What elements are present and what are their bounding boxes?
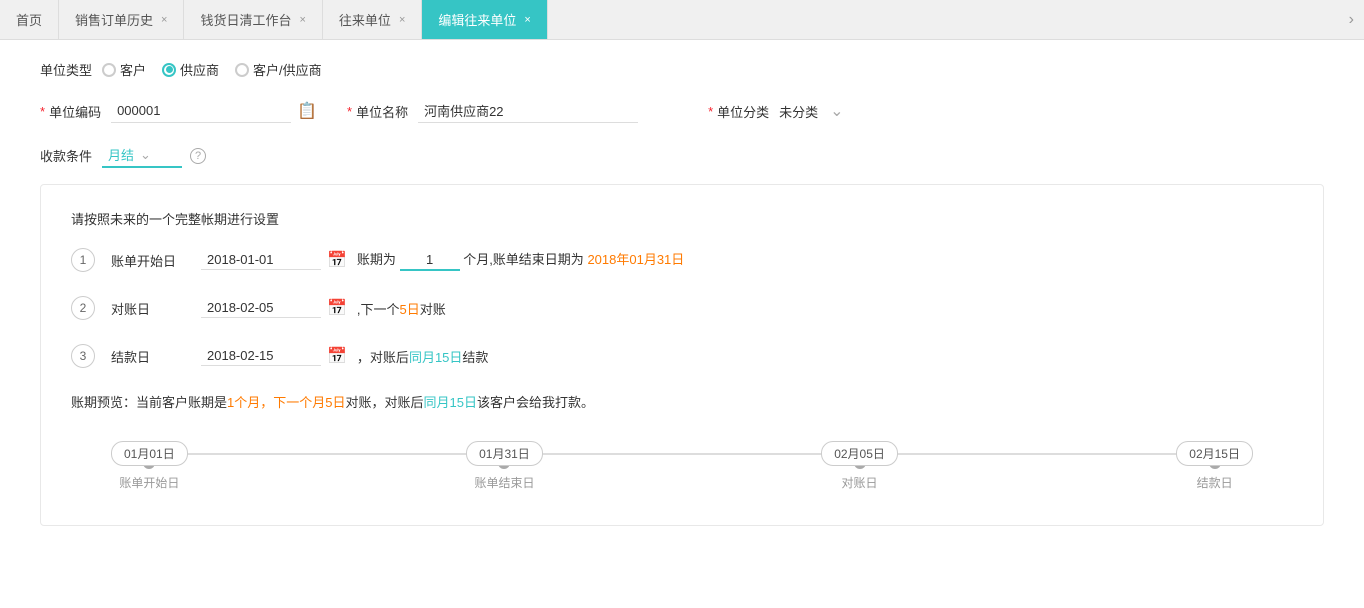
tab-edit-partner-close[interactable]: × xyxy=(524,14,530,26)
tab-partner-close[interactable]: × xyxy=(399,14,405,26)
main-content: 单位类型 客户 供应商 客户/供应商 * 单位编码 📋 * 单位名称 xyxy=(0,40,1364,608)
timeline-badge-2: 02月05日 xyxy=(821,441,898,466)
preview-period: 1个月， xyxy=(227,395,273,410)
step-date-input-2[interactable] xyxy=(201,298,321,318)
preview-label: 账期预览：当前客户账期是 xyxy=(71,395,227,410)
tab-sales-history-label: 销售订单历史 xyxy=(75,10,153,29)
tab-partner-label: 往来单位 xyxy=(339,10,391,29)
unit-class-field: * 单位分类 未分类 ⌄ xyxy=(708,101,844,121)
unit-name-label: 单位名称 xyxy=(356,102,408,121)
radio-customer[interactable]: 客户 xyxy=(102,60,146,79)
step-label-2: 对账日 xyxy=(111,299,181,318)
step-date-input-1[interactable] xyxy=(201,250,321,270)
timeline-badge-0: 01月01日 xyxy=(111,441,188,466)
card-box: 请按照未来的一个完整帐期进行设置 1 账单开始日 📅 账期为 个月,账单结束日期… xyxy=(40,184,1324,526)
step-desc-1: 账期为 个月,账单结束日期为 2018年01月31日 xyxy=(357,249,684,271)
timeline: 01月01日 账单开始日 01月31日 账单结束日 02月05日 对账日 02月… xyxy=(71,431,1293,501)
unit-type-radio-group: 客户 供应商 客户/供应商 xyxy=(102,60,322,79)
unit-code-input[interactable] xyxy=(111,99,291,123)
step-calendar-icon-2[interactable]: 📅 xyxy=(327,298,347,318)
payment-label: 收款条件 xyxy=(40,146,92,165)
payment-select-value: 月结 xyxy=(108,145,134,164)
timeline-label-2: 对账日 xyxy=(842,474,878,491)
timeline-label-1: 账单结束日 xyxy=(474,474,534,491)
step-desc-3-pre: ，对账后 xyxy=(357,350,409,365)
timeline-badge-1: 01月31日 xyxy=(466,441,543,466)
radio-both[interactable]: 客户/供应商 xyxy=(235,60,322,79)
preview-highlight2: 同月15日 xyxy=(424,395,477,410)
payment-select[interactable]: 月结 ⌄ xyxy=(102,143,182,168)
preview-middle: 对账，对账后 xyxy=(345,395,423,410)
step-desc-3-highlight: 同月15日 xyxy=(409,350,462,365)
step-desc-3: ，对账后同月15日结款 xyxy=(357,347,489,366)
payment-row: 收款条件 月结 ⌄ ? xyxy=(40,143,1324,168)
tab-sales-history-close[interactable]: × xyxy=(161,14,167,26)
unit-type-label: 单位类型 xyxy=(40,60,92,79)
radio-customer-label: 客户 xyxy=(120,60,146,79)
end-date-highlight-1: 2018年01月31日 xyxy=(587,252,684,267)
timeline-label-0: 账单开始日 xyxy=(119,474,179,491)
tab-bar: 首页 销售订单历史 × 钱货日清工作台 × 往来单位 × 编辑往来单位 × › xyxy=(0,0,1364,40)
timeline-point-3: 02月15日 结款日 xyxy=(1176,441,1253,491)
step-desc-3-post: 结款 xyxy=(462,350,488,365)
help-icon[interactable]: ? xyxy=(190,148,206,164)
step-row-1: 1 账单开始日 📅 账期为 个月,账单结束日期为 2018年01月31日 xyxy=(71,248,1293,272)
payment-dropdown-icon[interactable]: ⌄ xyxy=(140,147,151,163)
unit-class-label: 单位分类 xyxy=(717,102,769,121)
unit-code-field: * 单位编码 📋 xyxy=(40,99,317,123)
radio-supplier-label: 供应商 xyxy=(180,60,219,79)
tab-home[interactable]: 首页 xyxy=(0,0,59,39)
unit-name-required: * xyxy=(347,104,352,119)
preview-text: 账期预览：当前客户账期是1个月，下一个月5日对账，对账后同月15日该客户会给我打… xyxy=(71,392,1293,411)
tab-cash-work[interactable]: 钱货日清工作台 × xyxy=(184,0,322,39)
step-desc-2-pre: ,下一个 xyxy=(357,302,400,317)
step-row-2: 2 对账日 📅 ,下一个5日对账 xyxy=(71,296,1293,320)
step-row-3: 3 结款日 📅 ，对账后同月15日结款 xyxy=(71,344,1293,368)
unit-code-required: * xyxy=(40,104,45,119)
step-calendar-icon-1[interactable]: 📅 xyxy=(327,250,347,270)
unit-code-label: 单位编码 xyxy=(49,102,101,121)
step-calendar-icon-3[interactable]: 📅 xyxy=(327,346,347,366)
timeline-point-0: 01月01日 账单开始日 xyxy=(111,441,188,491)
step-desc-2-post: 对账 xyxy=(420,302,446,317)
step-num-2: 2 xyxy=(71,296,95,320)
unit-name-input[interactable] xyxy=(418,99,638,123)
step-num-3: 3 xyxy=(71,344,95,368)
tab-partner[interactable]: 往来单位 × xyxy=(323,0,422,39)
preview-period2: 下一个月5日 xyxy=(273,395,345,410)
tab-expand-icon[interactable]: › xyxy=(1339,11,1364,29)
step-desc-2-highlight: 5日 xyxy=(400,302,420,317)
unit-class-dropdown-icon[interactable]: ⌄ xyxy=(830,101,843,121)
tab-home-label: 首页 xyxy=(16,10,42,29)
step-num-1: 1 xyxy=(71,248,95,272)
tab-edit-partner-label: 编辑往来单位 xyxy=(438,10,516,29)
radio-supplier[interactable]: 供应商 xyxy=(162,60,219,79)
step-label-1: 账单开始日 xyxy=(111,251,181,270)
step-desc-2: ,下一个5日对账 xyxy=(357,299,446,318)
unit-type-row: 单位类型 客户 供应商 客户/供应商 xyxy=(40,60,1324,79)
tab-sales-history[interactable]: 销售订单历史 × xyxy=(59,0,184,39)
tab-cash-work-close[interactable]: × xyxy=(299,14,305,26)
step-label-3: 结款日 xyxy=(111,347,181,366)
unit-class-value: 未分类 xyxy=(779,102,818,121)
unit-code-copy-icon[interactable]: 📋 xyxy=(297,101,317,121)
timeline-point-1: 01月31日 账单结束日 xyxy=(466,441,543,491)
radio-customer-circle xyxy=(102,63,116,77)
tab-cash-work-label: 钱货日清工作台 xyxy=(200,10,291,29)
timeline-label-3: 结款日 xyxy=(1197,474,1233,491)
preview-end: 该客户会给我打款。 xyxy=(477,395,594,410)
card-title: 请按照未来的一个完整帐期进行设置 xyxy=(71,209,1293,228)
tab-edit-partner[interactable]: 编辑往来单位 × xyxy=(422,0,547,39)
step-date-input-3[interactable] xyxy=(201,346,321,366)
timeline-point-2: 02月05日 对账日 xyxy=(821,441,898,491)
unit-name-field: * 单位名称 xyxy=(347,99,638,123)
radio-both-circle xyxy=(235,63,249,77)
radio-supplier-circle xyxy=(162,63,176,77)
unit-info-row: * 单位编码 📋 * 单位名称 * 单位分类 未分类 ⌄ xyxy=(40,99,1324,123)
unit-class-required: * xyxy=(708,104,713,119)
radio-both-label: 客户/供应商 xyxy=(253,60,322,79)
timeline-points: 01月01日 账单开始日 01月31日 账单结束日 02月05日 对账日 02月… xyxy=(71,441,1293,491)
month-input[interactable] xyxy=(400,250,460,271)
timeline-badge-3: 02月15日 xyxy=(1176,441,1253,466)
